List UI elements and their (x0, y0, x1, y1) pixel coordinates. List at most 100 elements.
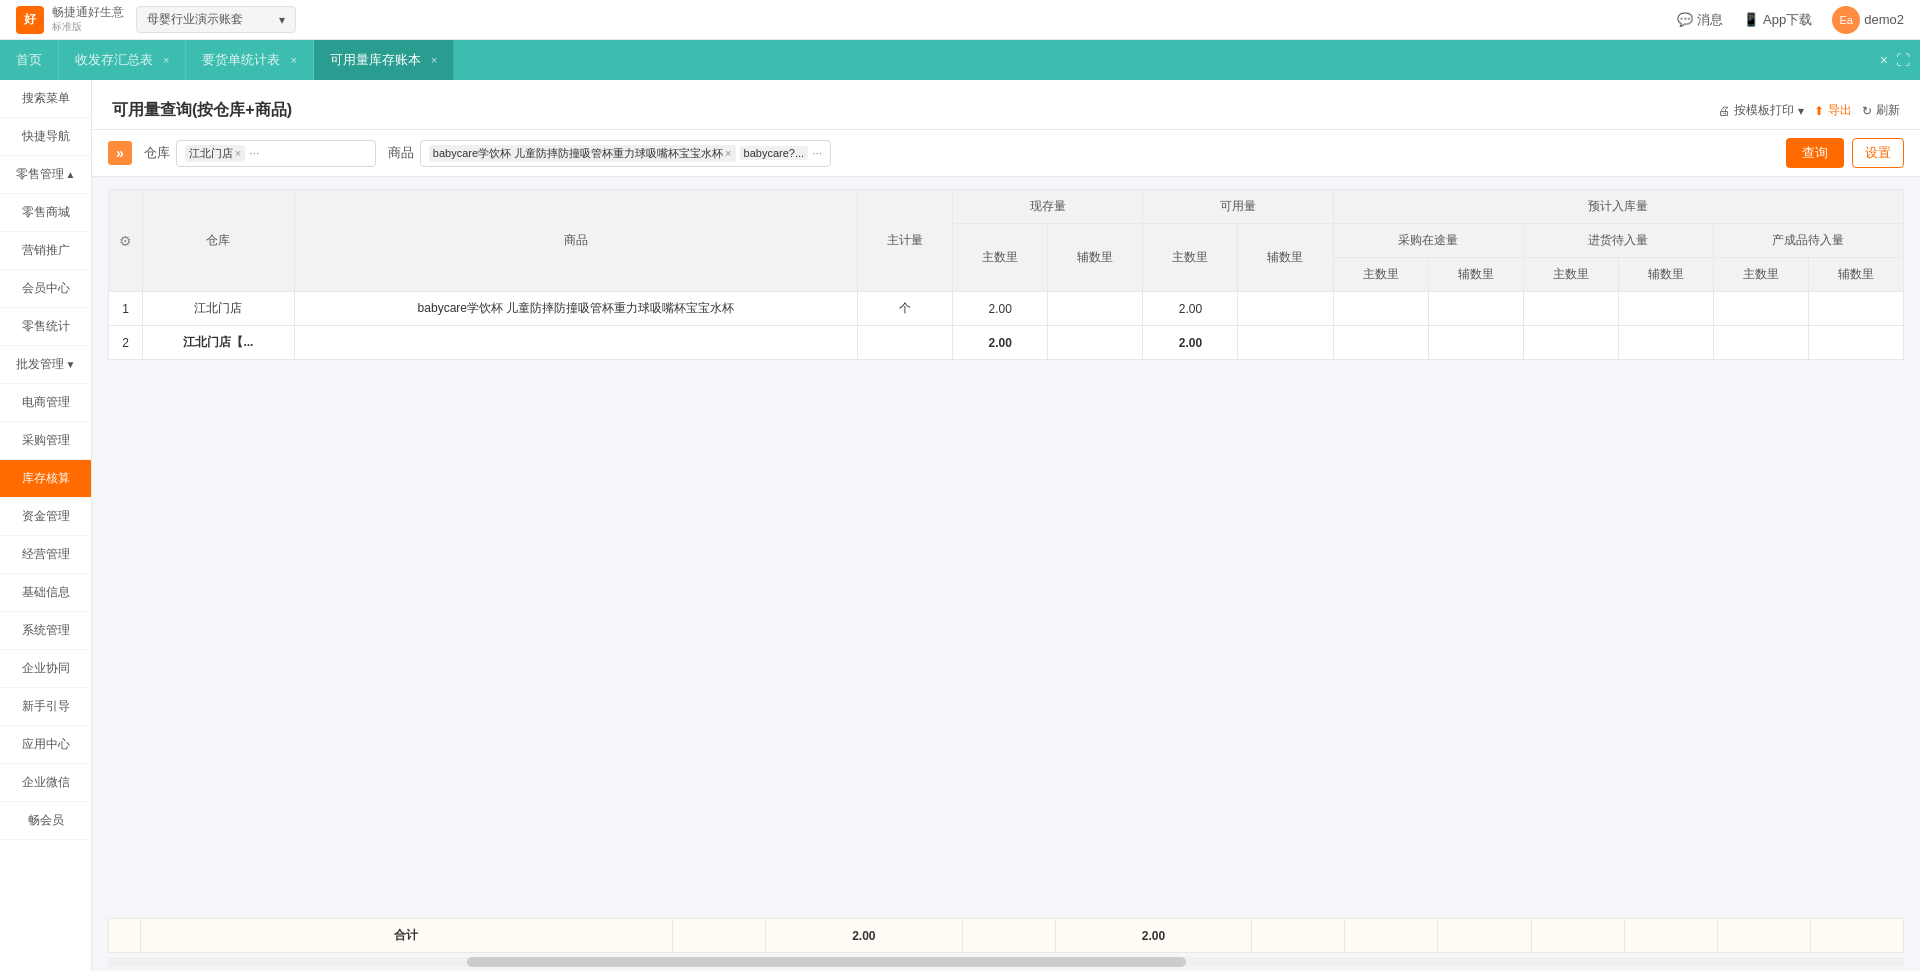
tab-order-stats[interactable]: 要货单统计表 × (186, 40, 313, 80)
sidebar-retail-mall-label: 零售商城 (22, 205, 70, 219)
message-button[interactable]: 💬 消息 (1677, 11, 1723, 29)
warehouse-more-icon[interactable]: ··· (249, 146, 259, 160)
product-tag2: babycare?... (740, 146, 809, 160)
product-filter-label: 商品 (388, 144, 414, 162)
product-filter-input[interactable]: babycare学饮杯 儿童防摔防撞吸管杯重力球吸嘴杯宝宝水杯 × babyca… (420, 140, 831, 167)
row2-stock-aux (1048, 326, 1143, 360)
sidebar-item-enterprise-wechat[interactable]: 企业微信 (0, 764, 91, 802)
close-income-tab-icon[interactable]: × (163, 54, 169, 66)
close-all-tabs-button[interactable]: × (1880, 52, 1888, 68)
product-tag1: babycare学饮杯 儿童防摔防撞吸管杯重力球吸嘴杯宝宝水杯 × (429, 145, 736, 162)
print-button[interactable]: 🖨 按模板打印 ▾ (1718, 102, 1804, 119)
scrollbar-thumb[interactable] (467, 957, 1185, 967)
row1-stock-aux (1048, 292, 1143, 326)
tab-available-stock[interactable]: 可用量库存账本 × (314, 40, 454, 80)
query-button[interactable]: 查询 (1786, 138, 1844, 168)
col-warehouse-header: 仓库 (143, 190, 295, 292)
print-dropdown-icon: ▾ (1798, 104, 1804, 118)
warehouse-filter-label: 仓库 (144, 144, 170, 162)
sidebar-item-app-center[interactable]: 应用中心 (0, 726, 91, 764)
tab-home[interactable]: 首页 (0, 40, 59, 80)
row2-index: 2 (109, 326, 143, 360)
row2-warehouse: 江北门店【... (143, 326, 295, 360)
column-settings-icon[interactable]: ⚙ (119, 233, 132, 249)
horizontal-scrollbar[interactable] (108, 957, 1904, 967)
sidebar-item-retail-stats[interactable]: 零售统计 (0, 308, 91, 346)
sidebar-item-search[interactable]: 搜索菜单 (0, 80, 91, 118)
forecast-group-label: 预计入库量 (1588, 199, 1648, 213)
unit-col-label: 主计量 (887, 233, 923, 247)
sidebar-item-vip-member[interactable]: 畅会员 (0, 802, 91, 840)
sidebar-item-retail-mgmt[interactable]: 零售管理 ▲ (0, 156, 91, 194)
warehouse-filter-input[interactable]: 江北门店 × ··· (176, 140, 376, 167)
logo-area: 好 畅捷通好生意 标准版 (16, 5, 124, 35)
sidebar-item-wholesale-mgmt[interactable]: 批发管理 ▼ (0, 346, 91, 384)
sidebar-item-system[interactable]: 系统管理 (0, 612, 91, 650)
prod-pending-label: 产成品待入量 (1772, 233, 1844, 247)
remove-product1-icon[interactable]: × (725, 147, 731, 159)
remove-warehouse-icon[interactable]: × (235, 147, 241, 159)
col-prod-pending-group-header: 产成品待入量 (1713, 224, 1903, 258)
warehouse-tag: 江北门店 × (185, 145, 245, 162)
sidebar-item-marketing[interactable]: 营销推广 (0, 232, 91, 270)
filter-expand-button[interactable]: » (108, 141, 132, 165)
row2-prod-pending-aux (1808, 326, 1903, 360)
app-download-button[interactable]: 📱 App下载 (1743, 11, 1812, 29)
sidebar-quicknav-label: 快捷导航 (22, 129, 70, 143)
user-profile[interactable]: Ea demo2 (1832, 6, 1904, 34)
col-settings-header: ⚙ (109, 190, 143, 292)
logo-sub: 标准版 (52, 20, 124, 34)
avail-aux-label: 辅数里 (1267, 250, 1303, 264)
row2-avail-main: 2.00 (1143, 326, 1238, 360)
settings-button[interactable]: 设置 (1852, 138, 1904, 168)
sidebar-search-label: 搜索菜单 (22, 91, 70, 105)
col-pur-pending-main-header: 主数里 (1523, 258, 1618, 292)
refresh-button[interactable]: ↻ 刷新 (1862, 102, 1900, 119)
sidebar-item-ecommerce[interactable]: 电商管理 (0, 384, 91, 422)
row1-avail-main: 2.00 (1143, 292, 1238, 326)
sidebar-item-finance[interactable]: 资金管理 (0, 498, 91, 536)
row2-pur-pending-main (1523, 326, 1618, 360)
row1-pur-pending-aux (1618, 292, 1713, 326)
prod-pending-aux-label: 辅数里 (1838, 267, 1874, 281)
sidebar-item-quicknav[interactable]: 快捷导航 (0, 118, 91, 156)
summary-pur-transit-aux (1438, 919, 1531, 953)
col-pur-transit-aux-header: 辅数里 (1428, 258, 1523, 292)
sidebar-item-inventory[interactable]: 库存核算 (0, 460, 91, 498)
sidebar-item-enterprise-collab[interactable]: 企业协同 (0, 650, 91, 688)
close-available-tab-icon[interactable]: × (431, 54, 437, 66)
sidebar-item-member-center[interactable]: 会员中心 (0, 270, 91, 308)
top-bar: 好 畅捷通好生意 标准版 母婴行业演示账套 ▾ 💬 消息 📱 App下载 Ea … (0, 0, 1920, 40)
product-filter-group: 商品 babycare学饮杯 儿童防摔防撞吸管杯重力球吸嘴杯宝宝水杯 × bab… (388, 140, 831, 167)
summary-pur-pending-main (1531, 919, 1624, 953)
row2-pur-transit-main (1333, 326, 1428, 360)
page-actions: 🖨 按模板打印 ▾ ⬆ 导出 ↻ 刷新 (1718, 102, 1900, 119)
refresh-label: 刷新 (1876, 102, 1900, 119)
sidebar-member-label: 会员中心 (22, 281, 70, 295)
sidebar-item-purchase[interactable]: 采购管理 (0, 422, 91, 460)
nav-tabs: 首页 收发存汇总表 × 要货单统计表 × 可用量库存账本 × × ⛶ (0, 40, 1920, 80)
sidebar-item-guide[interactable]: 新手引导 (0, 688, 91, 726)
summary-empty1 (109, 919, 141, 953)
close-order-tab-icon[interactable]: × (290, 54, 296, 66)
industry-selector[interactable]: 母婴行业演示账套 ▾ (136, 6, 296, 33)
row1-unit: 个 (858, 292, 953, 326)
sidebar-vip-label: 畅会员 (28, 813, 64, 827)
stock-main-label: 主数里 (982, 250, 1018, 264)
product-more-icon[interactable]: ··· (812, 146, 822, 160)
sidebar-item-operations[interactable]: 经营管理 (0, 536, 91, 574)
logo-icon: 好 (16, 6, 44, 34)
export-button[interactable]: ⬆ 导出 (1814, 102, 1852, 119)
summary-stock-aux (962, 919, 1055, 953)
summary-avail-aux (1252, 919, 1345, 953)
sidebar-item-retail-mall[interactable]: 零售商城 (0, 194, 91, 232)
sidebar-item-basic-info[interactable]: 基础信息 (0, 574, 91, 612)
stock-aux-label: 辅数里 (1077, 250, 1113, 264)
logo-text: 畅捷通好生意 (52, 5, 124, 21)
col-stock-group-header: 现存量 (953, 190, 1143, 224)
tab-income-summary[interactable]: 收发存汇总表 × (59, 40, 186, 80)
expand-window-button[interactable]: ⛶ (1896, 52, 1910, 68)
col-unit-header: 主计量 (858, 190, 953, 292)
print-label: 按模板打印 (1734, 102, 1794, 119)
sidebar-marketing-label: 营销推广 (22, 243, 70, 257)
